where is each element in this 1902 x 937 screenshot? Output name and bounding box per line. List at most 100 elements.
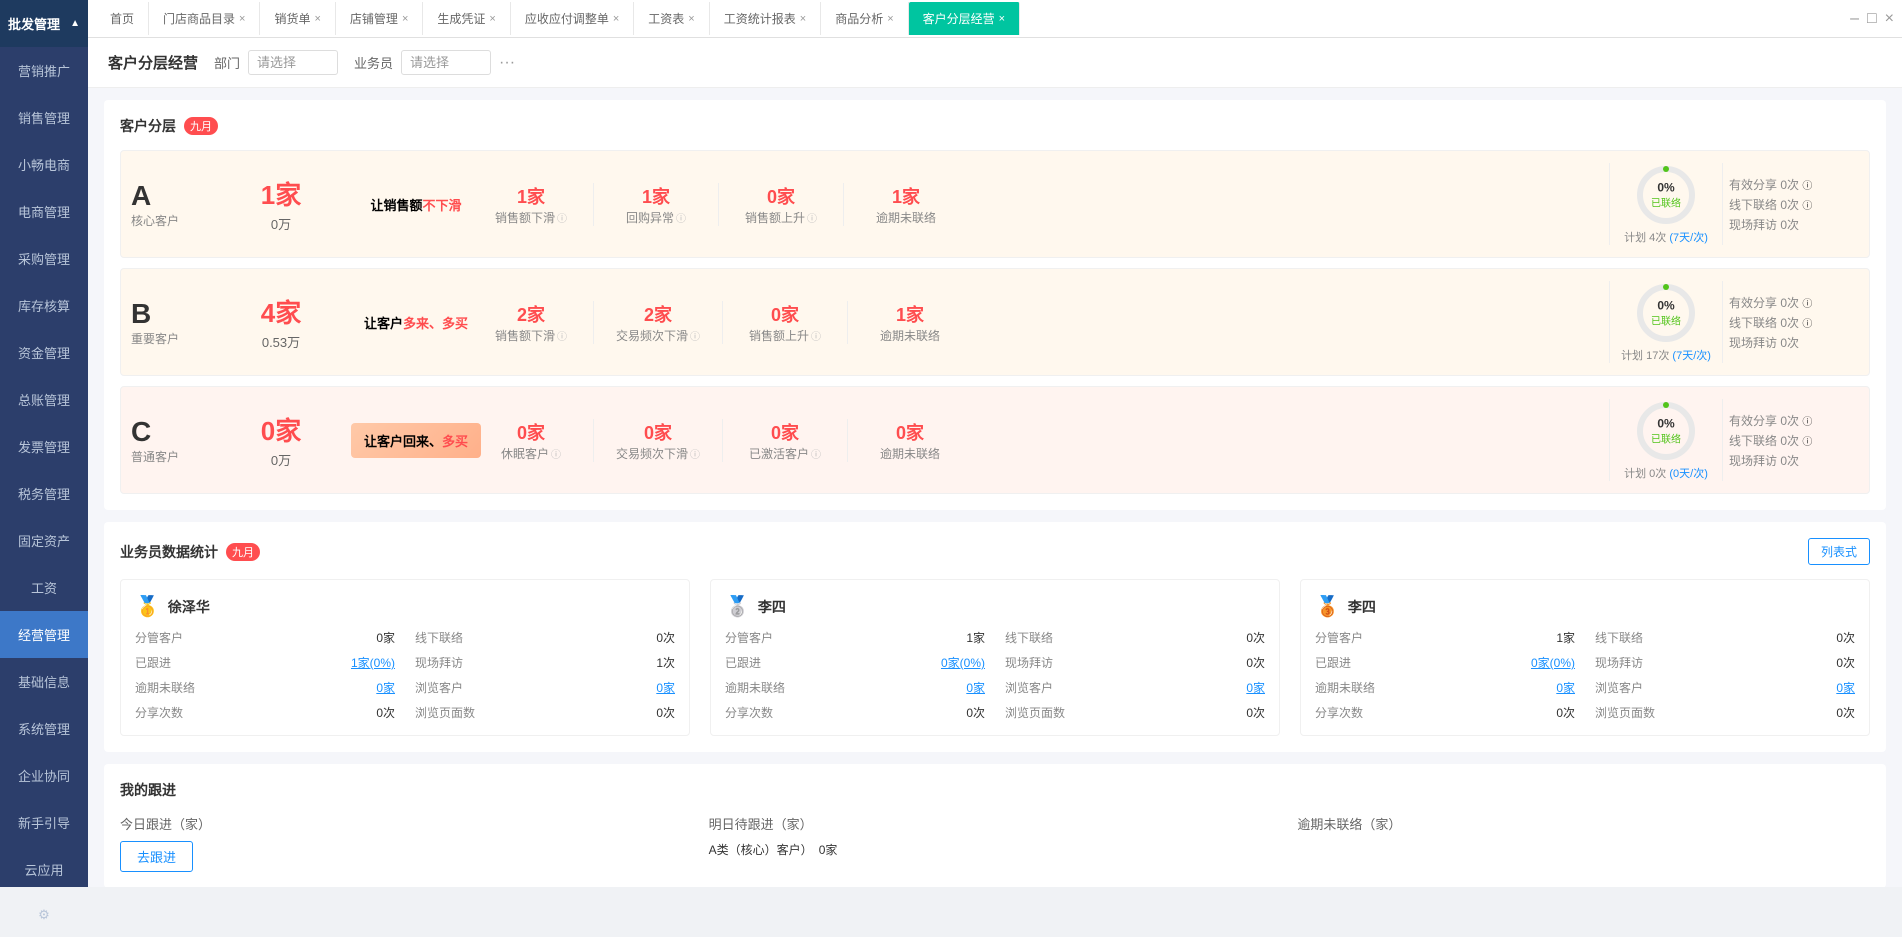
sidebar-item-ecommerce[interactable]: 小畅电商 — [0, 141, 88, 188]
sidebar-toggle-icon: ▲ — [70, 18, 80, 29]
close-icon[interactable]: × — [887, 13, 893, 25]
sidebar-item-invoice[interactable]: 发票管理 — [0, 423, 88, 470]
tier-b-slogan: 让客户多来、多买 — [351, 305, 481, 340]
sidebar-item-collab[interactable]: 企业协同 — [0, 752, 88, 799]
tier-c-stat-2-label: 已激活客户 ⓘ — [745, 445, 825, 462]
sidebar-item-salary[interactable]: 工资 — [0, 564, 88, 611]
sidebar-item-inventory[interactable]: 库存核算 — [0, 282, 88, 329]
go-followup-button[interactable]: 去跟进 — [120, 841, 193, 872]
sidebar-item-guide[interactable]: 新手引导 — [0, 799, 88, 846]
biz-card-2-stat-0: 分管客户1家 — [1315, 629, 1575, 646]
tier-a-stat-2-count: 0家 — [741, 183, 821, 209]
tier-row-a: A 核心客户 1家 0万 让销售额不下滑 1家 销售额下滑 ⓘ — [120, 150, 1870, 258]
biz-card-0-stat-5: 浏览客户0家 — [415, 679, 675, 696]
close-window-icon[interactable]: × — [1885, 10, 1894, 28]
tier-b-rs-0: 有效分享 0次 ⓘ — [1729, 294, 1859, 311]
tier-a-circle-pct: 0% — [1651, 181, 1681, 195]
tier-b-name: 重要客户 — [131, 330, 211, 347]
tier-a-slogan: 让销售额不下滑 — [351, 187, 481, 222]
tier-b-stat-2-label: 销售额上升 ⓘ — [745, 327, 825, 344]
sidebar-item-marketing[interactable]: 营销推广 — [0, 47, 88, 94]
tier-a-stat-1-label: 回购异常 ⓘ — [616, 209, 696, 226]
biz-card-0-stat-7: 浏览页面数0次 — [415, 704, 675, 721]
tier-a-circle-chart: 0% 已联络 — [1634, 163, 1698, 227]
dept-select[interactable]: 请选择 — [248, 50, 338, 75]
tab-voucher[interactable]: 生成凭证× — [423, 2, 510, 35]
biz-card-2-stat-4: 逾期未联络0家 — [1315, 679, 1575, 696]
biz-card-2-header: 🥉 李四 — [1315, 594, 1855, 619]
biz-card-1-stat-1: 线下联络0次 — [1005, 629, 1265, 646]
biz-card-0-header: 🥇 徐泽华 — [135, 594, 675, 619]
tab-receivable[interactable]: 应收应付调整单× — [511, 2, 634, 35]
tier-a-stat-3-label: 逾期未联络 — [866, 209, 946, 226]
sidebar-item-system[interactable]: 系统管理 — [0, 705, 88, 752]
sidebar-item-purchase[interactable]: 采购管理 — [0, 235, 88, 282]
tier-b-stat-1-count: 2家 — [616, 301, 700, 327]
sidebar-item-basics[interactable]: 基础信息 — [0, 658, 88, 705]
tab-home[interactable]: 首页 — [96, 2, 149, 35]
tier-b-stat-0-count: 2家 — [491, 301, 571, 327]
sidebar-item-fixed[interactable]: 固定资产 — [0, 517, 88, 564]
biz-card-0: 🥇 徐泽华 分管客户0家 线下联络0次 已跟进1家(0%) 现场拜访1次 逾期未… — [120, 579, 690, 736]
sidebar-item-ecom-mgmt[interactable]: 电商管理 — [0, 188, 88, 235]
biz-card-0-stat-2: 已跟进1家(0%) — [135, 654, 395, 671]
tab-sales-order[interactable]: 销货单× — [260, 2, 335, 35]
close-icon[interactable]: × — [800, 13, 806, 25]
followup-today-title: 今日跟进（家） — [120, 814, 693, 833]
tab-products[interactable]: 门店商品目录× — [149, 2, 260, 35]
close-icon[interactable]: × — [239, 13, 245, 25]
sidebar-item-ledger[interactable]: 总账管理 — [0, 376, 88, 423]
minimize-icon[interactable]: – — [1850, 10, 1859, 28]
tier-c-stat-2-count: 0家 — [745, 419, 825, 445]
list-view-button[interactable]: 列表式 — [1808, 538, 1870, 565]
tab-payroll[interactable]: 工资表× — [634, 2, 709, 35]
dept-label: 部门 — [214, 53, 240, 72]
close-icon[interactable]: × — [489, 13, 495, 25]
biz-card-2-medal: 🥉 — [1315, 594, 1340, 619]
page-content: 客户分层经营 部门 请选择 业务员 请选择 ··· 客户分层 九月 — [88, 38, 1902, 887]
tier-a-rs-2: 现场拜访 0次 — [1729, 216, 1859, 233]
customer-tier-header: 客户分层 九月 — [120, 116, 1870, 136]
tier-c-stat-0-count: 0家 — [491, 419, 571, 445]
sidebar-item-tax[interactable]: 税务管理 — [0, 470, 88, 517]
maximize-icon[interactable]: □ — [1867, 10, 1877, 28]
tier-c-right-stats: 有效分享 0次 ⓘ 线下联络 0次 ⓘ 现场拜访 0次 — [1729, 412, 1859, 469]
tier-c-stat-1-count: 0家 — [616, 419, 700, 445]
close-icon[interactable]: × — [402, 13, 408, 25]
tab-store-mgmt[interactable]: 店铺管理× — [336, 2, 423, 35]
close-icon[interactable]: × — [314, 13, 320, 25]
tier-a-stat-0-label: 销售额下滑 ⓘ — [491, 209, 571, 226]
tier-b-stat-3-label: 逾期未联络 — [870, 327, 950, 344]
tier-b-rs-1: 线下联络 0次 ⓘ — [1729, 314, 1859, 331]
close-icon[interactable]: × — [613, 13, 619, 25]
biz-card-1: 🥈 李四 分管客户1家 线下联络0次 已跟进0家(0%) 现场拜访0次 逾期未联… — [710, 579, 1280, 736]
close-icon[interactable]: × — [688, 13, 694, 25]
more-filter-icon[interactable]: ··· — [499, 54, 515, 72]
tab-goods-analysis[interactable]: 商品分析× — [821, 2, 908, 35]
sidebar-settings[interactable]: ⚙ — [0, 893, 88, 937]
sidebar-header[interactable]: 批发管理 ▲ — [0, 0, 88, 47]
close-icon[interactable]: × — [999, 13, 1005, 25]
tier-c-circle-sub: 计划 0次 (0天/次) — [1616, 465, 1716, 481]
sales-select[interactable]: 请选择 — [401, 50, 491, 75]
tab-customer-tier[interactable]: 客户分层经营× — [909, 2, 1020, 35]
biz-card-2: 🥉 李四 分管客户1家 线下联络0次 已跟进0家(0%) 现场拜访0次 逾期未联… — [1300, 579, 1870, 736]
biz-stats-section: 业务员数据统计 九月 列表式 🥇 徐泽华 分管客户0家 线下联络0次 已跟进1家… — [104, 522, 1886, 752]
biz-card-1-name: 李四 — [758, 597, 786, 617]
biz-card-2-stat-2: 已跟进0家(0%) — [1315, 654, 1575, 671]
tier-a-stat-1-count: 1家 — [616, 183, 696, 209]
biz-card-1-stat-7: 浏览页面数0次 — [1005, 704, 1265, 721]
tier-c-stat-0: 0家 休眠客户 ⓘ — [491, 419, 571, 462]
tab-payroll-report[interactable]: 工资统计报表× — [710, 2, 821, 35]
tier-c-label: C 普通客户 — [131, 416, 211, 465]
sidebar-item-cloud[interactable]: 云应用 — [0, 846, 88, 893]
biz-card-0-stat-4: 逾期未联络0家 — [135, 679, 395, 696]
sidebar-item-operations[interactable]: 经营管理 — [0, 611, 88, 658]
sidebar-item-finance[interactable]: 资金管理 — [0, 329, 88, 376]
tier-a-label: A 核心客户 — [131, 180, 211, 229]
tier-a-stat-0: 1家 销售额下滑 ⓘ — [491, 183, 571, 226]
tier-c-stat-0-label: 休眠客户 ⓘ — [491, 445, 571, 462]
dept-filter: 部门 请选择 — [214, 50, 338, 75]
tier-c-rs-1: 线下联络 0次 ⓘ — [1729, 432, 1859, 449]
sidebar-item-sales[interactable]: 销售管理 — [0, 94, 88, 141]
